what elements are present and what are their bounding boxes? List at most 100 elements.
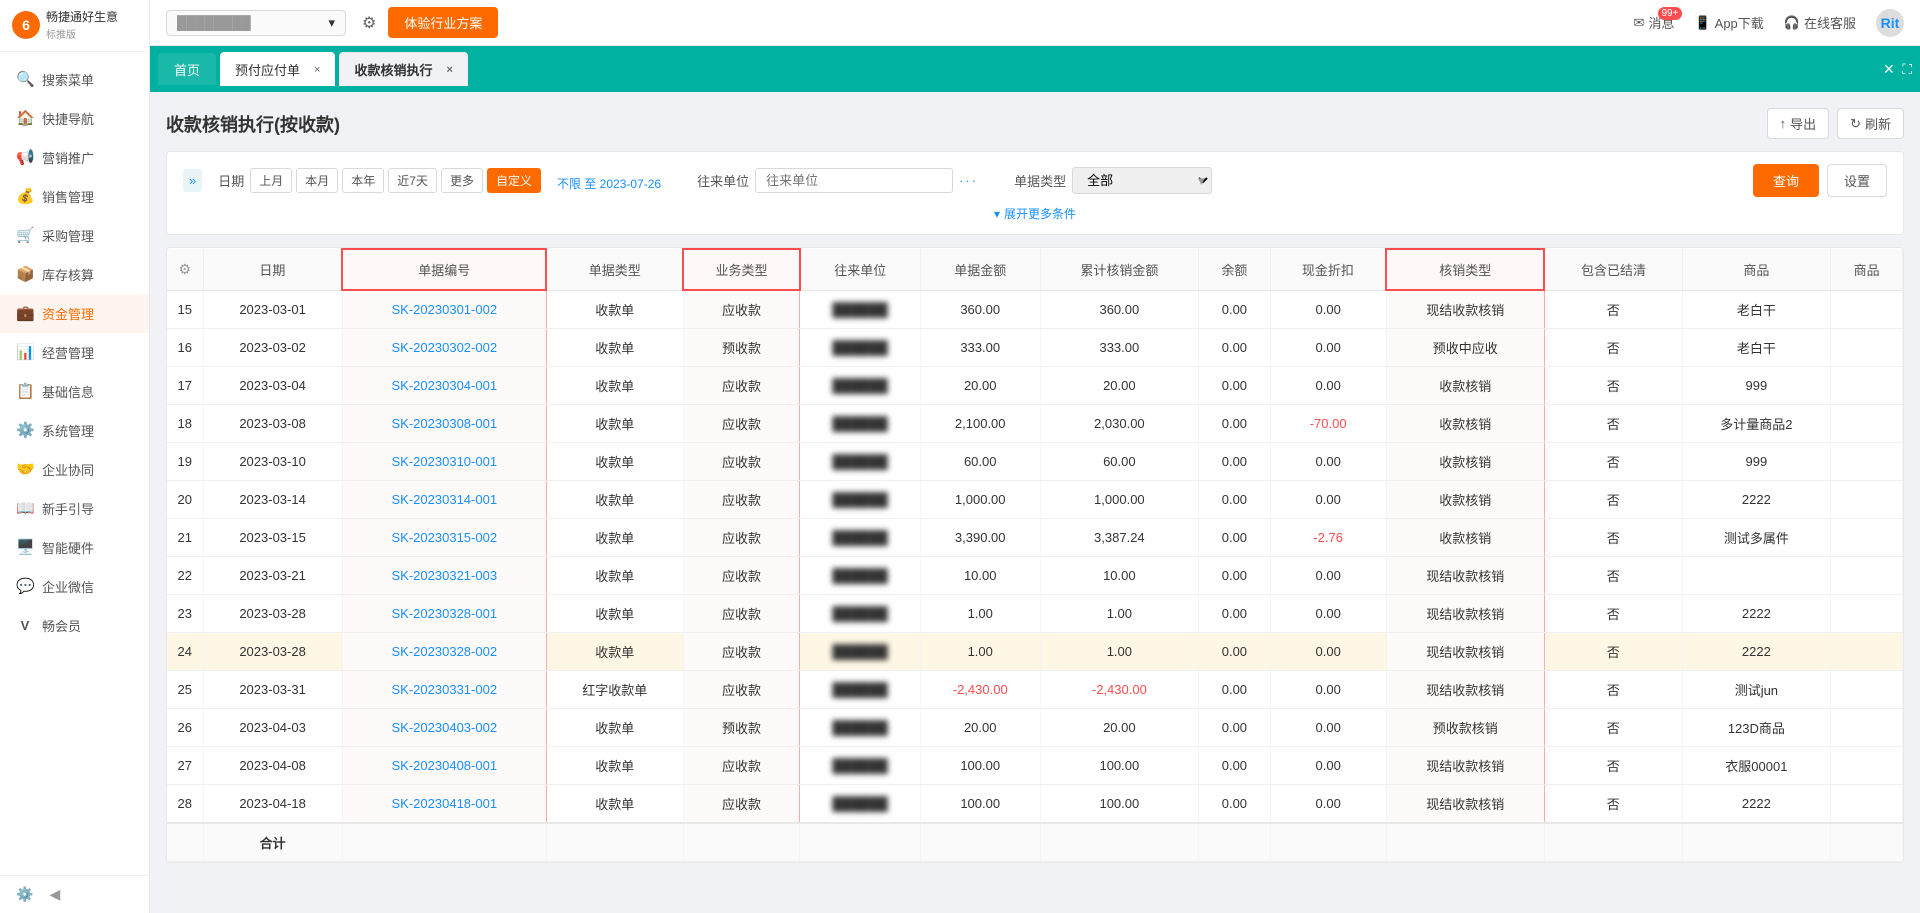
- cell-no: 22: [167, 557, 203, 595]
- query-button[interactable]: 查询: [1753, 164, 1819, 197]
- refresh-button[interactable]: ↻ 刷新: [1837, 108, 1904, 139]
- tab-collection-close[interactable]: ×: [446, 64, 452, 76]
- sidebar-item-hardware[interactable]: 🖥️ 智能硬件: [0, 528, 149, 567]
- sidebar-item-sales[interactable]: 💰 销售管理: [0, 177, 149, 216]
- date-7days[interactable]: 近7天: [388, 168, 437, 193]
- maximize-icon[interactable]: ⛶: [1902, 61, 1912, 78]
- online-service-button[interactable]: 🎧 在线客服: [1784, 13, 1856, 32]
- export-button[interactable]: ↑ 导出: [1767, 108, 1830, 139]
- table-gear-icon[interactable]: ⚙: [178, 261, 191, 277]
- partner-dots-button[interactable]: ···: [959, 173, 978, 188]
- cell-voucher-no[interactable]: SK-20230403-002: [342, 709, 546, 747]
- app-label: App下载: [1715, 13, 1764, 32]
- cell-voucher-no[interactable]: SK-20230331-002: [342, 671, 546, 709]
- tab-collection[interactable]: 收款核销执行 ×: [339, 52, 467, 86]
- cell-biz-type: 应收款: [683, 633, 800, 671]
- cell-voucher-no[interactable]: SK-20230321-003: [342, 557, 546, 595]
- cell-voucher-no[interactable]: SK-20230314-001: [342, 481, 546, 519]
- topbar-right: ✉ 消息 99+ 📱 App下载 🎧 在线客服 Rit: [1634, 9, 1904, 37]
- partner-input[interactable]: [755, 168, 953, 193]
- sidebar-item-quicknav[interactable]: 🏠 快捷导航: [0, 99, 149, 138]
- voucher-link[interactable]: SK-20230308-001: [392, 416, 498, 431]
- voucher-link[interactable]: SK-20230403-002: [392, 720, 498, 735]
- cell-voucher-no[interactable]: SK-20230310-001: [342, 443, 546, 481]
- filter-expand-button[interactable]: »: [183, 169, 202, 192]
- cell-product1: 多计量商品2: [1682, 405, 1831, 443]
- sidebar-item-system[interactable]: ⚙️ 系统管理: [0, 411, 149, 450]
- voucher-link[interactable]: SK-20230301-002: [392, 302, 498, 317]
- voucher-link[interactable]: SK-20230418-001: [392, 796, 498, 811]
- date-more[interactable]: 更多: [441, 168, 483, 193]
- cell-included: 否: [1544, 481, 1682, 519]
- voucher-link[interactable]: SK-20230304-001: [392, 378, 498, 393]
- voucher-link[interactable]: SK-20230314-001: [392, 492, 498, 507]
- cell-voucher-no[interactable]: SK-20230315-002: [342, 519, 546, 557]
- voucher-link[interactable]: SK-20230315-002: [392, 530, 498, 545]
- cell-product1: 2222: [1682, 595, 1831, 633]
- cell-voucher-no[interactable]: SK-20230418-001: [342, 785, 546, 824]
- voucher-link[interactable]: SK-20230408-001: [392, 758, 498, 773]
- cell-voucher-no[interactable]: SK-20230308-001: [342, 405, 546, 443]
- sidebar-item-operation[interactable]: 📊 经营管理: [0, 333, 149, 372]
- app-download-button[interactable]: 📱 App下载: [1694, 13, 1763, 32]
- close-window-icon[interactable]: ×: [1884, 59, 1895, 80]
- sidebar-item-collab[interactable]: 🤝 企业协同: [0, 450, 149, 489]
- cell-voucher-no[interactable]: SK-20230408-001: [342, 747, 546, 785]
- tab-home[interactable]: 首页: [158, 53, 216, 85]
- sidebar-item-basic[interactable]: 📋 基础信息: [0, 372, 149, 411]
- tab-prepay[interactable]: 预付应付单 ×: [220, 52, 335, 86]
- voucher-link[interactable]: SK-20230328-002: [392, 644, 498, 659]
- sidebar-item-guide[interactable]: 📖 新手引导: [0, 489, 149, 528]
- voucher-link[interactable]: SK-20230331-002: [392, 682, 498, 697]
- account-selector[interactable]: ████████ ▾: [166, 10, 346, 36]
- sidebar-item-member[interactable]: V 畅会员: [0, 606, 149, 645]
- voucher-link[interactable]: SK-20230310-001: [392, 454, 498, 469]
- cell-product1: 999: [1682, 443, 1831, 481]
- cell-voucher-no[interactable]: SK-20230328-001: [342, 595, 546, 633]
- cell-verify-type: 收款核销: [1386, 481, 1544, 519]
- user-avatar[interactable]: Rit: [1876, 9, 1904, 37]
- voucher-link[interactable]: SK-20230302-002: [392, 340, 498, 355]
- date-custom[interactable]: 自定义: [487, 168, 541, 193]
- tab-prepay-close[interactable]: ×: [314, 64, 320, 76]
- cell-partner: ██████: [800, 747, 920, 785]
- sidebar-item-wechat[interactable]: 💬 企业微信: [0, 567, 149, 606]
- cell-voucher-no[interactable]: SK-20230302-002: [342, 329, 546, 367]
- cell-no: 26: [167, 709, 203, 747]
- sidebar-item-purchase[interactable]: 🛒 采购管理: [0, 216, 149, 255]
- cell-voucher-type: 红字收款单: [546, 671, 683, 709]
- cell-partner: ██████: [800, 329, 920, 367]
- expand-more-button[interactable]: ▾ 展开更多条件: [994, 205, 1076, 222]
- filter-settings-button[interactable]: 设置: [1827, 164, 1887, 197]
- cell-voucher-no[interactable]: SK-20230301-002: [342, 290, 546, 329]
- collapse-icon[interactable]: ◀: [49, 886, 60, 903]
- cell-no: 27: [167, 747, 203, 785]
- message-button[interactable]: ✉ 消息 99+: [1634, 13, 1675, 32]
- date-this-month[interactable]: 本月: [296, 168, 338, 193]
- topbar-gear-icon[interactable]: ⚙: [362, 13, 376, 33]
- voucher-link[interactable]: SK-20230321-003: [392, 568, 498, 583]
- date-this-year[interactable]: 本年: [342, 168, 384, 193]
- col-settings[interactable]: ⚙: [167, 249, 203, 290]
- sidebar-item-search[interactable]: 🔍 搜索菜单: [0, 60, 149, 99]
- cell-voucher-no[interactable]: SK-20230304-001: [342, 367, 546, 405]
- cell-verify-type: 收款核销: [1386, 443, 1544, 481]
- cell-amount: 20.00: [920, 367, 1040, 405]
- solution-button[interactable]: 体验行业方案: [388, 7, 498, 38]
- sidebar-item-marketing[interactable]: 📢 营销推广: [0, 138, 149, 177]
- voucher-link[interactable]: SK-20230328-001: [392, 606, 498, 621]
- cell-voucher-no[interactable]: SK-20230328-002: [342, 633, 546, 671]
- cell-voucher-type: 收款单: [546, 481, 683, 519]
- cell-product1: 测试多属件: [1682, 519, 1831, 557]
- sidebar-item-finance[interactable]: 💼 资金管理: [0, 294, 149, 333]
- sidebar-item-inventory[interactable]: 📦 库存核算: [0, 255, 149, 294]
- voucher-type-select[interactable]: 全部 收款单 红字收款单: [1072, 167, 1212, 194]
- marketing-icon: 📢: [16, 148, 34, 166]
- date-last-month[interactable]: 上月: [250, 168, 292, 193]
- cell-cash-discount: 0.00: [1270, 367, 1386, 405]
- total-cell-0: [167, 823, 203, 862]
- cell-balance: 0.00: [1199, 595, 1271, 633]
- cell-balance: 0.00: [1199, 405, 1271, 443]
- sidebar-item-finance-label: 资金管理: [42, 304, 94, 323]
- settings-bottom-icon[interactable]: ⚙️: [16, 886, 33, 903]
